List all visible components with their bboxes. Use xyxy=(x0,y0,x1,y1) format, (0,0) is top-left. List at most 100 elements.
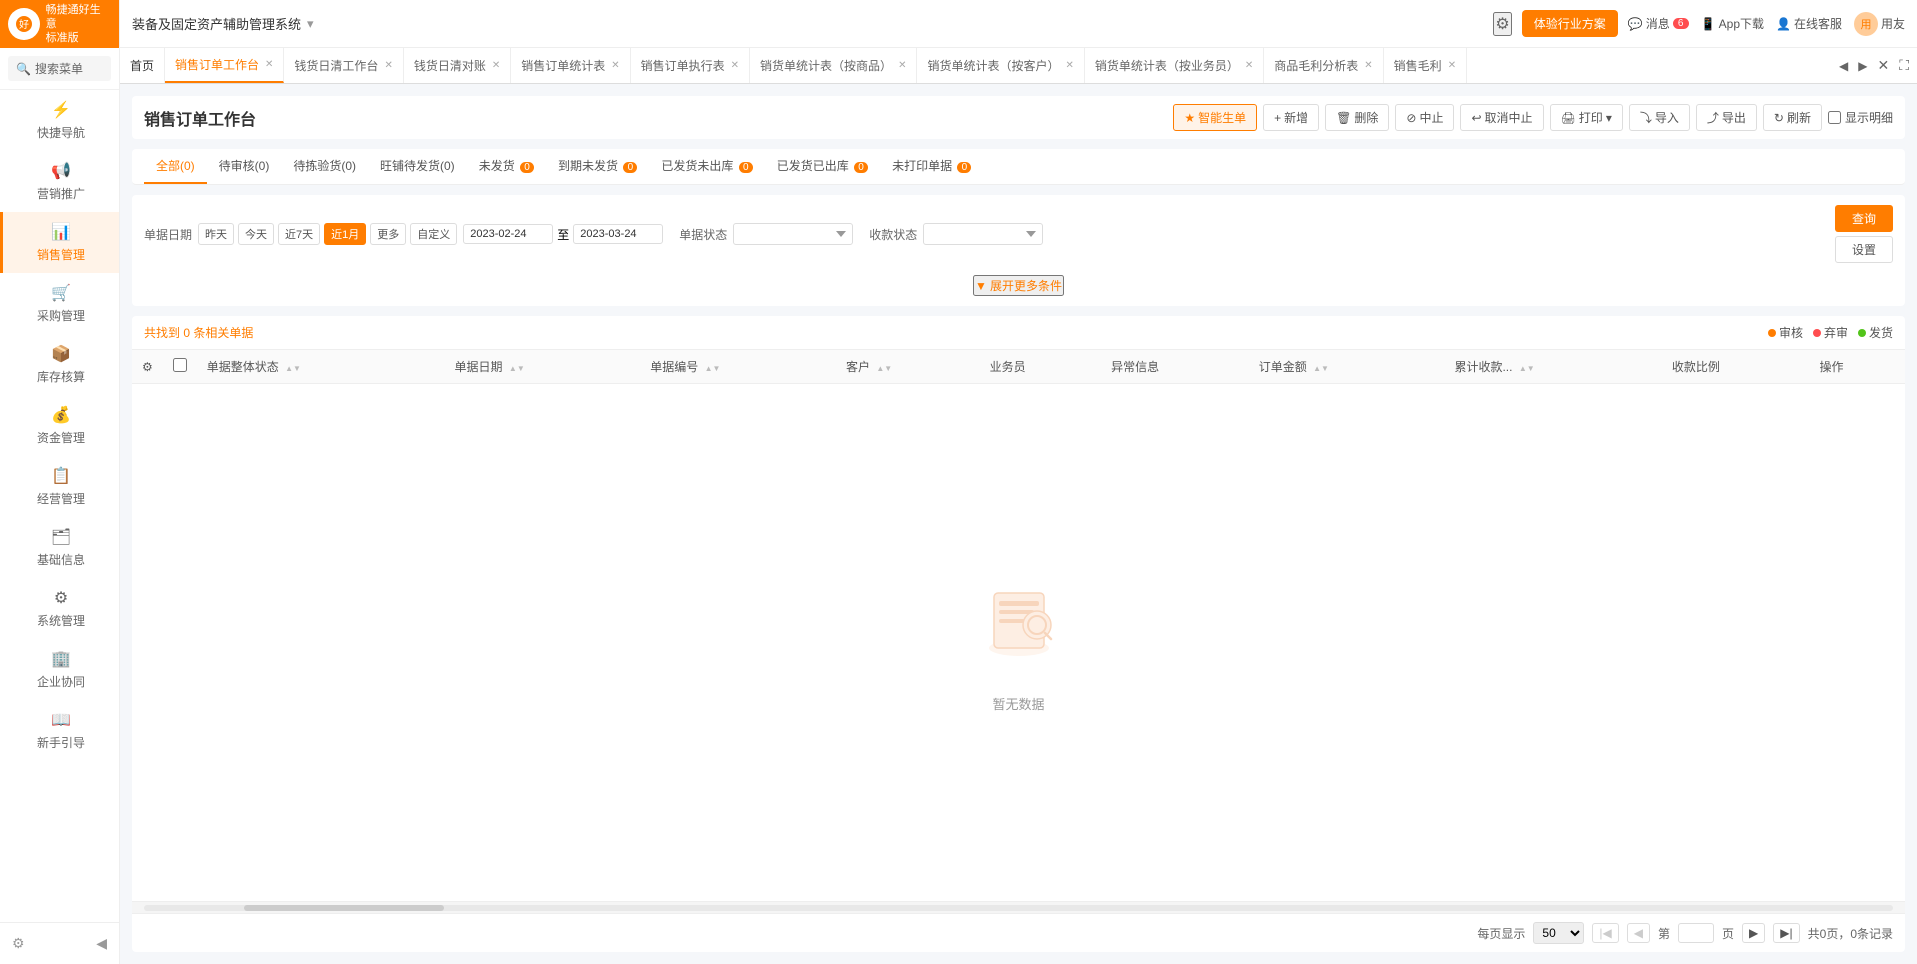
scrollbar-thumb[interactable] xyxy=(244,905,444,911)
cancel-review-action[interactable]: 弃审 xyxy=(1813,324,1848,341)
prev-page-button[interactable]: ◀ xyxy=(1627,923,1650,943)
add-button[interactable]: + 新增 xyxy=(1263,104,1319,131)
next-page-button[interactable]: ▶ xyxy=(1742,923,1765,943)
column-settings-icon[interactable]: ⚙ xyxy=(142,360,153,374)
app-download-button[interactable]: 📱 App下载 xyxy=(1701,15,1764,32)
tab-home[interactable]: 首页 xyxy=(120,48,165,83)
tab-close-sales-stats-staff[interactable]: ✕ xyxy=(1245,60,1253,71)
refresh-button[interactable]: ↻ 刷新 xyxy=(1763,104,1822,131)
online-service-button[interactable]: 👤 在线客服 xyxy=(1776,15,1842,32)
tab-close-sales-stats-customer[interactable]: ✕ xyxy=(1065,60,1073,71)
cancel-stop-button[interactable]: ↩ 取消中止 xyxy=(1460,104,1543,131)
tab-close-sales-profit[interactable]: ✕ xyxy=(1448,60,1456,71)
last-page-button[interactable]: ▶| xyxy=(1773,923,1799,943)
export-button[interactable]: ⤴ 导出 xyxy=(1696,104,1757,131)
show-detail-checkbox[interactable] xyxy=(1828,111,1841,124)
tab-close-cash-reconcile[interactable]: ✕ xyxy=(492,60,500,71)
tab-sales-order-exec[interactable]: 销售订单执行表 ✕ xyxy=(631,48,750,83)
first-page-button[interactable]: |◀ xyxy=(1592,923,1618,943)
tab-close-cash-daily[interactable]: ✕ xyxy=(384,60,392,71)
topbar-dropdown-arrow[interactable]: ▾ xyxy=(307,16,314,32)
date-to-input[interactable] xyxy=(573,224,663,244)
filter-tab-wangpu[interactable]: 旺铺待发货(0) xyxy=(368,149,467,184)
expand-more-button[interactable]: ▼ 展开更多条件 xyxy=(973,275,1064,296)
sidebar-item-sales[interactable]: 📊 销售管理 xyxy=(0,212,119,273)
filter-tab-shipped-not-out[interactable]: 已发货未出库 0 xyxy=(649,149,764,184)
user-profile-button[interactable]: 用 用友 xyxy=(1854,12,1905,36)
print-button[interactable]: 🖨 打印 ▾ xyxy=(1550,104,1623,131)
status-select[interactable] xyxy=(733,223,853,245)
filter-tab-overdue-not-shipped[interactable]: 到期未发货 0 xyxy=(546,149,649,184)
tab-sales-order-stats[interactable]: 销售订单统计表 ✕ xyxy=(511,48,630,83)
tab-sales-stats-product[interactable]: 销货单统计表（按商品） ✕ xyxy=(750,48,917,83)
tab-sales-profit[interactable]: 销售毛利 ✕ xyxy=(1384,48,1467,83)
horizontal-scrollbar[interactable] xyxy=(132,901,1905,913)
tab-cash-reconcile[interactable]: 钱货日清对账 ✕ xyxy=(404,48,511,83)
page-input[interactable]: 1 xyxy=(1678,923,1714,943)
date-btn-yesterday[interactable]: 昨天 xyxy=(198,223,234,245)
sidebar-item-enterprise[interactable]: 🏢 企业协同 xyxy=(0,639,119,700)
sidebar-item-system[interactable]: ⚙ 系统管理 xyxy=(0,578,119,639)
tab-fullscreen-button[interactable]: ⛶ xyxy=(1895,55,1913,76)
col-amount[interactable]: 订单金额 ▲▼ xyxy=(1249,350,1445,384)
topbar-settings-button[interactable]: ⚙ xyxy=(1493,12,1511,36)
col-collected[interactable]: 累计收款... ▲▼ xyxy=(1444,350,1661,384)
tab-close-sales-order-workbench[interactable]: ✕ xyxy=(265,59,273,70)
sidebar-item-inventory[interactable]: 📦 库存核算 xyxy=(0,334,119,395)
payment-select[interactable] xyxy=(923,223,1043,245)
date-btn-7days[interactable]: 近7天 xyxy=(278,223,320,245)
smart-create-button[interactable]: ★ 智能生单 xyxy=(1173,104,1257,131)
tab-next-button[interactable]: ▶ xyxy=(1854,57,1871,75)
topbar: 装备及固定资产辅助管理系统 ▾ ⚙ 体验行业方案 💬 消息 6 📱 App下载 … xyxy=(120,0,1917,48)
date-btn-more[interactable]: 更多 xyxy=(370,223,406,245)
query-button[interactable]: 查询 xyxy=(1835,205,1893,232)
filter-tab-not-printed[interactable]: 未打印单据 0 xyxy=(880,149,983,184)
tab-sales-order-workbench[interactable]: 销售订单工作台 ✕ xyxy=(165,48,284,83)
stop-button[interactable]: ⊘ 中止 xyxy=(1395,104,1454,131)
date-from-input[interactable] xyxy=(463,224,553,244)
tab-close-product-margin[interactable]: ✕ xyxy=(1364,60,1372,71)
filter-tab-pending-review[interactable]: 待审核(0) xyxy=(207,149,282,184)
sidebar-item-basic-info[interactable]: 🗂 基础信息 xyxy=(0,517,119,578)
search-menu-button[interactable]: 🔍 搜索菜单 xyxy=(8,56,111,81)
filter-tab-not-shipped[interactable]: 未发货 0 xyxy=(467,149,546,184)
ship-action[interactable]: 发货 xyxy=(1858,324,1893,341)
delete-button[interactable]: 🗑 删除 xyxy=(1325,104,1389,131)
sidebar-item-guide[interactable]: 📖 新手引导 xyxy=(0,700,119,761)
col-date[interactable]: 单据日期 ▲▼ xyxy=(445,350,641,384)
col-number[interactable]: 单据编号 ▲▼ xyxy=(640,350,836,384)
tab-close-sales-order-stats[interactable]: ✕ xyxy=(611,60,619,71)
sidebar-item-operations[interactable]: 📋 经营管理 xyxy=(0,456,119,517)
date-btn-today[interactable]: 今天 xyxy=(238,223,274,245)
sidebar-item-finance[interactable]: 💰 资金管理 xyxy=(0,395,119,456)
tab-sales-stats-customer[interactable]: 销货单统计表（按客户） ✕ xyxy=(917,48,1084,83)
tab-close-sales-stats-product[interactable]: ✕ xyxy=(898,60,906,71)
col-settings[interactable]: ⚙ xyxy=(132,350,163,384)
filter-tab-shipped-out[interactable]: 已发货已出库 0 xyxy=(765,149,880,184)
search-settings-button[interactable]: 设置 xyxy=(1835,236,1893,263)
experience-btn[interactable]: 体验行业方案 xyxy=(1522,10,1618,37)
date-btn-custom[interactable]: 自定义 xyxy=(410,223,457,245)
review-action[interactable]: 审核 xyxy=(1768,324,1803,341)
filter-tab-pending-inspect[interactable]: 待拣验货(0) xyxy=(281,149,368,184)
tab-close-sales-order-exec[interactable]: ✕ xyxy=(731,60,739,71)
collapse-sidebar-button[interactable]: ◀ xyxy=(92,931,111,956)
date-btn-1month[interactable]: 近1月 xyxy=(324,223,366,245)
sidebar-item-marketing[interactable]: 📢 营销推广 xyxy=(0,151,119,212)
import-button[interactable]: ⤵ 导入 xyxy=(1629,104,1690,131)
tab-sales-stats-staff[interactable]: 销货单统计表（按业务员） ✕ xyxy=(1085,48,1264,83)
col-status[interactable]: 单据整体状态 ▲▼ xyxy=(197,350,445,384)
per-page-select[interactable]: 50 20 100 xyxy=(1533,922,1584,944)
col-customer[interactable]: 客户 ▲▼ xyxy=(836,350,980,384)
filter-tab-all[interactable]: 全部(0) xyxy=(144,149,207,184)
tab-prev-button[interactable]: ◀ xyxy=(1835,57,1852,75)
tab-cash-daily[interactable]: 钱货日清工作台 ✕ xyxy=(284,48,403,83)
tab-close-all-button[interactable]: ✕ xyxy=(1873,55,1893,76)
tab-product-margin[interactable]: 商品毛利分析表 ✕ xyxy=(1264,48,1383,83)
sidebar-item-purchase[interactable]: 🛒 采购管理 xyxy=(0,273,119,334)
sidebar-item-quick-nav[interactable]: ⚡ 快捷导航 xyxy=(0,90,119,151)
message-button[interactable]: 💬 消息 6 xyxy=(1628,15,1689,32)
select-all-checkbox[interactable] xyxy=(173,358,187,372)
show-detail-label[interactable]: 显示明细 xyxy=(1828,109,1893,126)
settings-gear-button[interactable]: ⚙ xyxy=(8,931,29,956)
